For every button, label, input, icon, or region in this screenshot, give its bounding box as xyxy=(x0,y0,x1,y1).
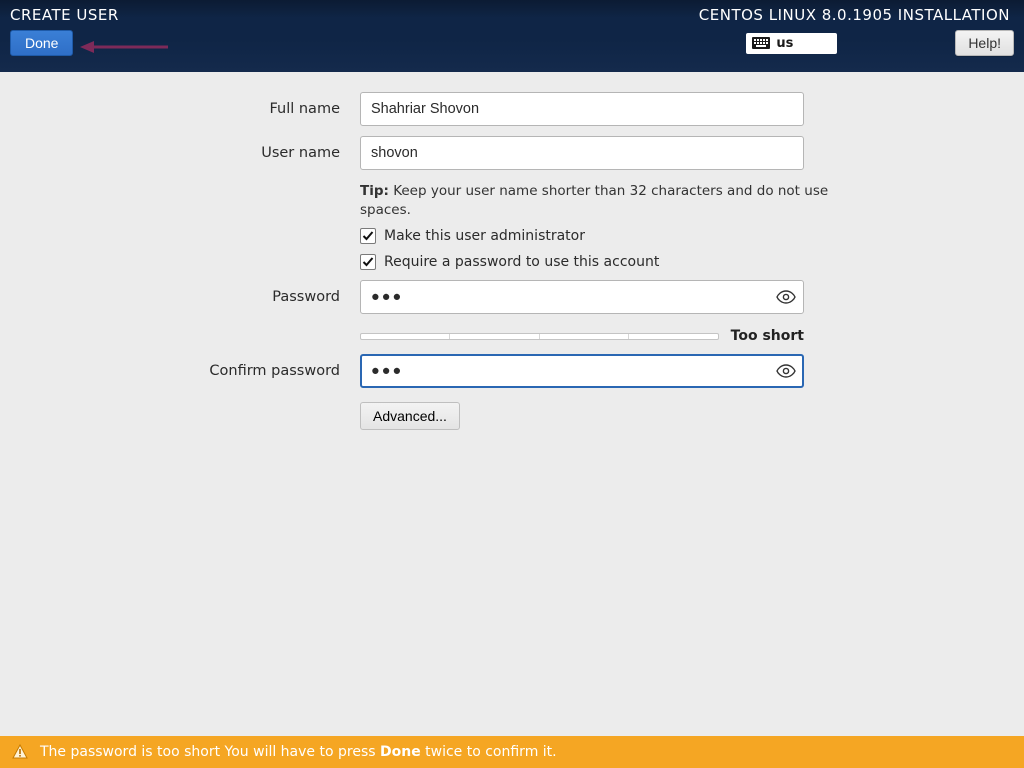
reveal-password-button[interactable] xyxy=(776,287,796,307)
confirm-password-input[interactable] xyxy=(360,354,804,388)
installer-title: CENTOS LINUX 8.0.1905 INSTALLATION xyxy=(699,6,1014,24)
user-name-input[interactable] xyxy=(360,136,804,170)
warning-bar: The password is too short You will have … xyxy=(0,736,1024,768)
require-password-checkbox[interactable] xyxy=(360,254,376,270)
username-tip: Tip: Keep your user name shorter than 32… xyxy=(360,183,828,218)
password-strength-label: Too short xyxy=(731,328,804,344)
keyboard-icon xyxy=(752,37,770,49)
done-button[interactable]: Done xyxy=(10,30,73,56)
check-icon xyxy=(362,256,374,268)
require-password-checkbox-label: Require a password to use this account xyxy=(384,254,659,270)
header-bar: CREATE USER Done CENTOS LINUX 8.0.1905 I… xyxy=(0,0,1024,72)
admin-checkbox-label: Make this user administrator xyxy=(384,228,585,244)
eye-icon xyxy=(776,364,796,378)
warning-icon xyxy=(12,744,28,760)
help-button[interactable]: Help! xyxy=(955,30,1014,56)
keyboard-indicator[interactable]: us xyxy=(746,33,837,54)
password-label: Password xyxy=(0,289,340,305)
check-icon xyxy=(362,230,374,242)
advanced-button[interactable]: Advanced... xyxy=(360,402,460,430)
user-name-label: User name xyxy=(0,145,340,161)
page-title: CREATE USER xyxy=(10,6,119,24)
admin-checkbox[interactable] xyxy=(360,228,376,244)
confirm-password-label: Confirm password xyxy=(0,363,340,379)
reveal-confirm-password-button[interactable] xyxy=(776,361,796,381)
full-name-input[interactable] xyxy=(360,92,804,126)
main-content: Full name User name Tip: Keep your user … xyxy=(0,72,1024,736)
password-strength-meter: Too short xyxy=(360,328,804,344)
keyboard-layout-label: us xyxy=(776,36,793,51)
admin-checkbox-row[interactable]: Make this user administrator xyxy=(360,228,830,244)
password-input[interactable] xyxy=(360,280,804,314)
full-name-label: Full name xyxy=(0,101,340,117)
warning-text: The password is too short You will have … xyxy=(40,744,557,760)
eye-icon xyxy=(776,290,796,304)
annotation-arrow xyxy=(80,40,170,54)
require-password-checkbox-row[interactable]: Require a password to use this account xyxy=(360,254,830,270)
